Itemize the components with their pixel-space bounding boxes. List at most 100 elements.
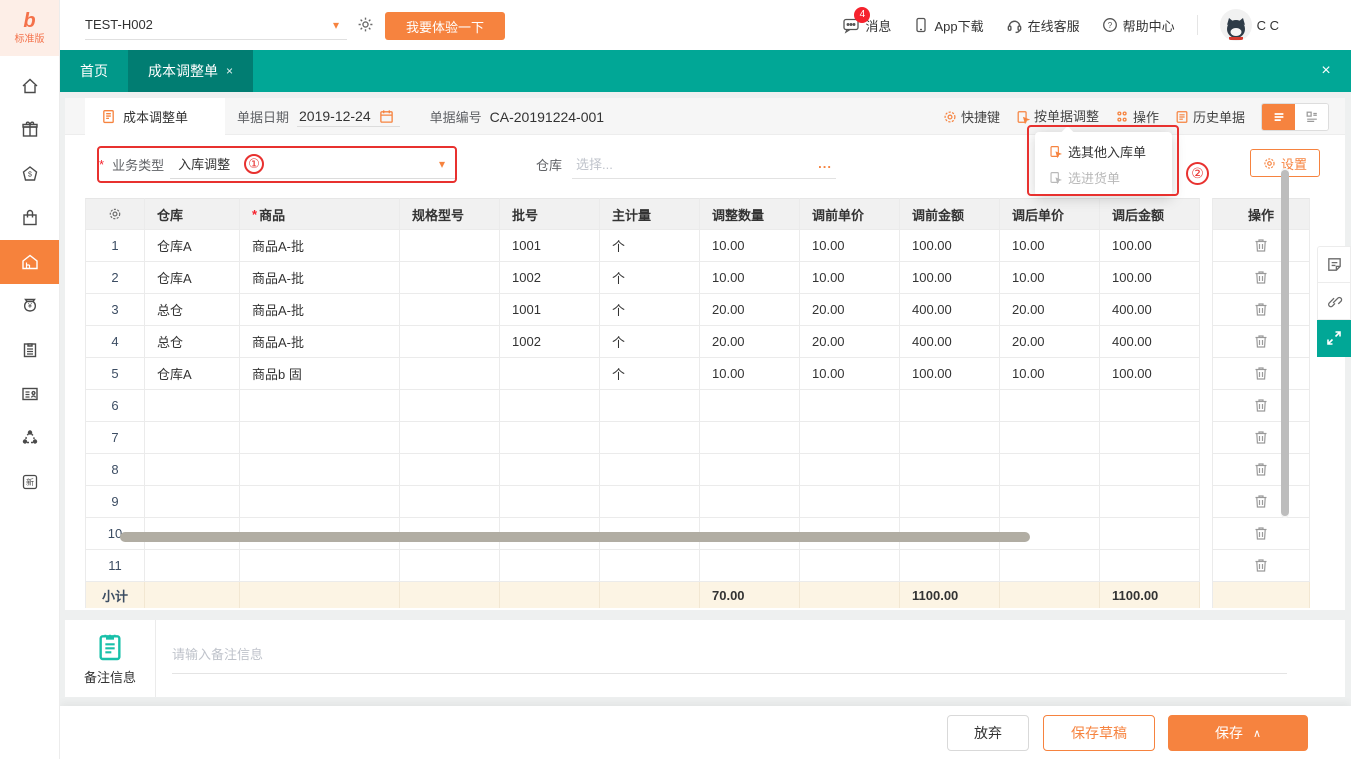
table-cell[interactable]: 20.00 [800,294,900,326]
table-cell[interactable]: 1001 [500,230,600,262]
table-cell[interactable]: 个 [600,358,700,390]
table-cell[interactable] [900,550,1000,582]
table-row[interactable]: 8 [85,454,1310,486]
sidebar-item-orders[interactable] [0,328,59,372]
table-cell[interactable] [400,550,500,582]
table-cell[interactable]: 10.00 [1000,230,1100,262]
table-cell[interactable] [400,422,500,454]
tab-home[interactable]: 首页 [60,50,128,92]
menu-item-select-purchase[interactable]: 选进货单 [1035,164,1172,190]
sidebar-item-inventory[interactable] [0,240,59,284]
table-cell[interactable]: 仓库A [145,230,240,262]
table-cell[interactable] [240,454,400,486]
table-cell[interactable]: 商品A-批 [240,294,400,326]
table-cell[interactable] [1100,518,1200,550]
table-cell[interactable] [600,550,700,582]
table-cell[interactable]: 10.00 [800,230,900,262]
online-service-button[interactable]: 在线客服 [1006,16,1080,35]
table-cell[interactable] [400,486,500,518]
remarks-input[interactable]: 请输入备注信息 [172,634,1287,674]
table-cell[interactable]: 400.00 [900,294,1000,326]
table-cell[interactable]: 仓库A [145,262,240,294]
table-cell[interactable] [400,358,500,390]
table-cell[interactable] [800,486,900,518]
table-cell[interactable]: 个 [600,230,700,262]
table-row[interactable]: 3 总仓 商品A-批 1001 个 20.00 20.00 400.00 20.00 400.00 [85,294,1310,326]
sidebar-item-purchase[interactable] [0,196,59,240]
table-cell[interactable]: 总仓 [145,294,240,326]
table-cell[interactable]: 个 [600,262,700,294]
table-row[interactable]: 7 [85,422,1310,454]
sidebar-item-funds[interactable]: ¥ [0,284,59,328]
table-row[interactable]: 9 [85,486,1310,518]
table-cell[interactable]: 仓库A [145,358,240,390]
discard-button[interactable]: 放弃 [947,715,1029,751]
user-menu[interactable]: C C [1219,9,1279,41]
close-all-tabs-icon[interactable]: × [1311,50,1341,92]
table-cell[interactable] [240,550,400,582]
table-cell[interactable]: 20.00 [700,326,800,358]
table-cell[interactable] [600,454,700,486]
table-cell[interactable]: 400.00 [900,326,1000,358]
more-options-button[interactable]: ... [818,156,832,171]
table-cell[interactable] [800,390,900,422]
table-cell[interactable] [1000,390,1100,422]
table-cell[interactable] [1000,486,1100,518]
delete-row-button[interactable] [1254,558,1268,573]
table-cell[interactable] [600,486,700,518]
delete-row-button[interactable] [1254,494,1268,509]
messages-button[interactable]: 消息 4 [842,6,891,35]
warehouse-input[interactable]: 选择... ... [572,149,836,179]
table-cell[interactable]: 100.00 [1100,230,1200,262]
save-draft-button[interactable]: 保存草稿 [1043,715,1155,751]
table-cell[interactable] [900,422,1000,454]
table-cell[interactable] [240,390,400,422]
table-cell[interactable] [800,454,900,486]
table-cell[interactable]: 10.00 [800,358,900,390]
document-type-tab[interactable]: 成本调整单 [85,98,225,135]
column-settings-cell[interactable] [85,198,145,230]
table-cell[interactable] [240,486,400,518]
table-cell[interactable] [700,454,800,486]
history-button[interactable]: 历史单据 [1175,107,1245,126]
table-cell[interactable] [600,390,700,422]
account-select[interactable]: TEST-H002 ▾ [85,10,347,40]
table-cell[interactable] [400,230,500,262]
table-cell[interactable] [800,422,900,454]
delete-row-button[interactable] [1254,302,1268,317]
table-cell[interactable] [145,422,240,454]
sidebar-item-gift[interactable] [0,108,59,152]
delete-row-button[interactable] [1254,430,1268,445]
notes-button[interactable] [1317,246,1351,283]
brand-logo[interactable]: b 标准版 [0,0,59,56]
table-cell[interactable] [1100,454,1200,486]
delete-row-button[interactable] [1254,270,1268,285]
table-cell[interactable]: 20.00 [1000,326,1100,358]
settings-gear-icon[interactable] [357,16,374,33]
table-cell[interactable] [400,326,500,358]
table-cell[interactable] [700,422,800,454]
table-cell[interactable] [240,422,400,454]
table-cell[interactable] [700,550,800,582]
table-row[interactable]: 1 仓库A 商品A-批 1001 个 10.00 10.00 100.00 10.00 100.0… [85,230,1310,262]
table-cell[interactable] [1100,486,1200,518]
table-cell[interactable]: 个 [600,294,700,326]
delete-row-button[interactable] [1254,398,1268,413]
table-cell[interactable] [700,486,800,518]
table-row[interactable]: 5 仓库A 商品b 固个 10.00 10.00 100.00 10.00 100.00 [85,358,1310,390]
table-cell[interactable]: 10.00 [700,358,800,390]
table-cell[interactable] [145,486,240,518]
table-cell[interactable] [145,390,240,422]
table-cell[interactable] [800,550,900,582]
table-cell[interactable]: 1002 [500,326,600,358]
sidebar-item-sales[interactable]: $ [0,152,59,196]
experience-button[interactable]: 我要体验一下 [385,12,505,40]
table-cell[interactable]: 400.00 [1100,326,1200,358]
table-cell[interactable] [400,390,500,422]
list-view-button[interactable] [1262,103,1295,130]
tab-close-icon[interactable]: × [226,64,233,78]
table-cell[interactable]: 个 [600,326,700,358]
business-type-field[interactable]: * 业务类型 入库调整 ① ▾ [99,148,455,180]
table-cell[interactable] [1100,550,1200,582]
table-cell[interactable]: 10.00 [700,230,800,262]
